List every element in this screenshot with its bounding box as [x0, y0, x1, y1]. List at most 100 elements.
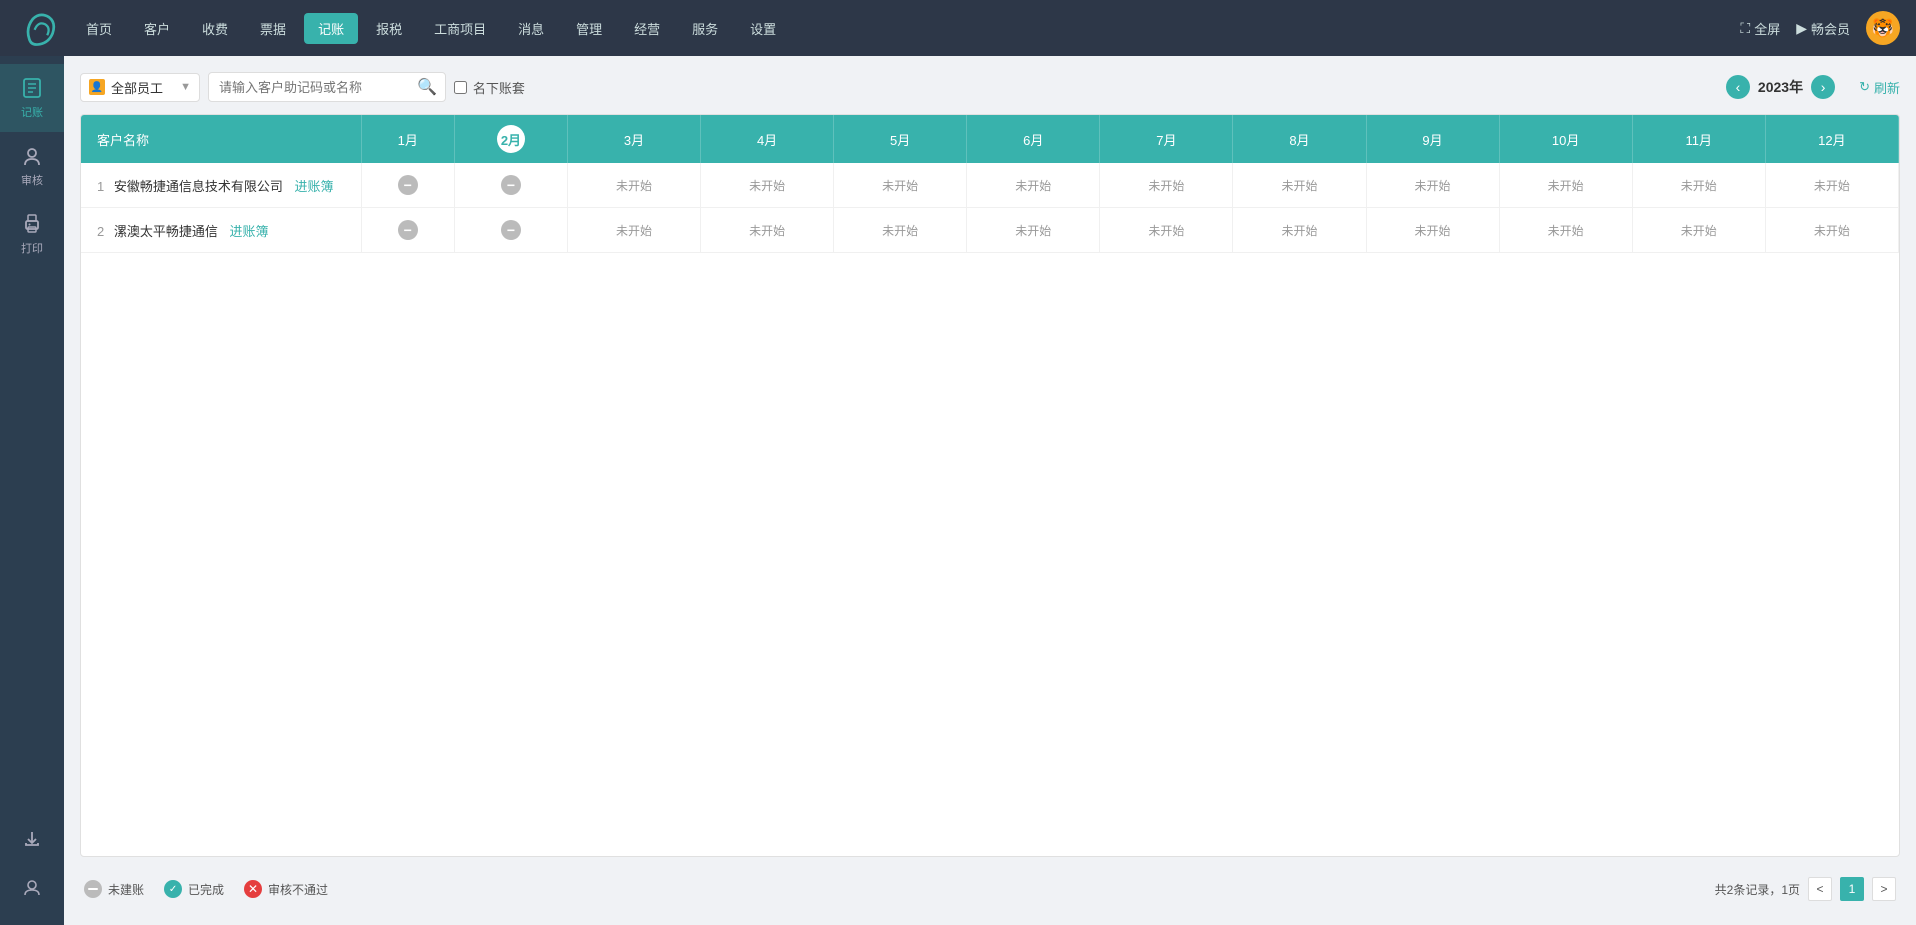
print-icon	[20, 212, 44, 236]
prev-page-button[interactable]: <	[1808, 877, 1832, 901]
cell-m10: 未开始	[1499, 163, 1632, 208]
sidebar-item-print[interactable]: 打印	[0, 200, 64, 268]
not-started-text: 未开始	[1148, 224, 1184, 238]
cell-m1: −	[361, 208, 454, 253]
nav-tax[interactable]: 报税	[362, 13, 416, 44]
nav-settings[interactable]: 设置	[736, 13, 790, 44]
nav-service[interactable]: 服务	[678, 13, 732, 44]
nav-items: 首页 客户 收费 票据 记账 报税 工商项目 消息 管理 经营 服务 设置	[72, 13, 1740, 44]
not-started-text: 未开始	[1814, 224, 1850, 238]
nav-home[interactable]: 首页	[72, 13, 126, 44]
fullscreen-button[interactable]: ⛶ 全屏	[1740, 19, 1780, 38]
refresh-button[interactable]: ↻ 刷新	[1859, 78, 1900, 97]
not-started-text: 未开始	[882, 224, 918, 238]
cell-m7: 未开始	[1100, 208, 1233, 253]
not-started-text: 未开始	[1415, 179, 1451, 193]
table-row: 2 漯澳太平畅捷通信 进账簿 − − 未开始 未开始 未开始 未开始 未开始 未开始 未开始 未开始…	[81, 208, 1899, 253]
not-started-text: 未开始	[616, 224, 652, 238]
toolbar: 👤 全部员工 ▼ 🔍 名下账套 ‹ 2023年 › ↻ 刷新	[80, 72, 1900, 102]
cell-m2: −	[454, 208, 567, 253]
dash-icon: −	[398, 175, 418, 195]
total-records: 共2条记录，1页	[1715, 881, 1800, 898]
vip-label: 畅会员	[1811, 19, 1850, 38]
enter-ledger-button[interactable]: 进账簿	[295, 179, 334, 194]
nav-invoice[interactable]: 票据	[246, 13, 300, 44]
col-header-m9: 9月	[1366, 115, 1499, 163]
col-header-m5: 5月	[834, 115, 967, 163]
cell-m9: 未开始	[1366, 208, 1499, 253]
rejected-label: 审核不通过	[268, 881, 328, 898]
sidebar-label-bookkeeping: 记账	[21, 104, 43, 120]
dash-icon: −	[398, 220, 418, 240]
col-header-m7: 7月	[1100, 115, 1233, 163]
not-started-text: 未开始	[749, 179, 785, 193]
cell-m12: 未开始	[1765, 163, 1898, 208]
not-created-icon	[84, 880, 102, 898]
cell-m11: 未开始	[1632, 208, 1765, 253]
search-input[interactable]	[209, 75, 409, 100]
employee-label: 全部员工	[111, 78, 163, 97]
top-nav: 首页 客户 收费 票据 记账 报税 工商项目 消息 管理 经营 服务 设置 ⛶ …	[0, 0, 1916, 56]
nav-operation[interactable]: 经营	[620, 13, 674, 44]
prev-year-button[interactable]: ‹	[1726, 75, 1750, 99]
not-started-text: 未开始	[1148, 179, 1184, 193]
col-header-m12: 12月	[1765, 115, 1898, 163]
page-1-button[interactable]: 1	[1840, 877, 1864, 901]
sidebar: 记账 审核 打印	[0, 56, 64, 925]
cell-customer-name: 1 安徽畅捷通信息技术有限公司 进账簿	[81, 163, 361, 208]
not-started-text: 未开始	[1281, 224, 1317, 238]
nav-customer[interactable]: 客户	[130, 13, 184, 44]
vip-button[interactable]: ▶ 畅会员	[1796, 19, 1850, 38]
next-page-button[interactable]: >	[1872, 877, 1896, 901]
cell-m5: 未开始	[834, 208, 967, 253]
cell-m8: 未开始	[1233, 163, 1366, 208]
not-started-text: 未开始	[749, 224, 785, 238]
customer-name-text: 安徽畅捷通信息技术有限公司	[114, 179, 283, 194]
checkbox-label[interactable]: 名下账套	[454, 78, 525, 97]
avatar[interactable]: 🐯	[1866, 11, 1900, 45]
refresh-label: 刷新	[1874, 78, 1900, 97]
refresh-icon: ↻	[1859, 79, 1870, 95]
pagination: 共2条记录，1页 < 1 >	[1715, 877, 1896, 901]
nav-fee[interactable]: 收费	[188, 13, 242, 44]
cell-m6: 未开始	[967, 208, 1100, 253]
enter-ledger-button[interactable]: 进账簿	[230, 224, 269, 239]
status-not-created: 未建账	[84, 880, 144, 898]
my-accounts-checkbox[interactable]	[454, 81, 467, 94]
not-started-text: 未开始	[1681, 179, 1717, 193]
vip-icon: ▶	[1796, 20, 1807, 37]
fullscreen-label: 全屏	[1754, 19, 1780, 38]
not-started-text: 未开始	[882, 179, 918, 193]
col-header-m10: 10月	[1499, 115, 1632, 163]
cell-m11: 未开始	[1632, 163, 1765, 208]
dash-icon: −	[501, 175, 521, 195]
cell-m7: 未开始	[1100, 163, 1233, 208]
table-container: 客户名称 1月 2月 3月 4月 5月 6月 7月 8月 9月 10月 11月	[80, 114, 1900, 857]
sidebar-item-audit[interactable]: 审核	[0, 132, 64, 200]
audit-icon	[20, 144, 44, 168]
not-started-text: 未开始	[1415, 224, 1451, 238]
col-header-m8: 8月	[1233, 115, 1366, 163]
nav-business[interactable]: 工商项目	[420, 13, 500, 44]
cell-m2: −	[454, 163, 567, 208]
row-index: 2	[97, 224, 104, 239]
year-text: 2023年	[1758, 77, 1803, 97]
not-started-text: 未开始	[1814, 179, 1850, 193]
next-year-button[interactable]: ›	[1811, 75, 1835, 99]
nav-message[interactable]: 消息	[504, 13, 558, 44]
search-button[interactable]: 🔍	[409, 73, 445, 101]
main-content: 👤 全部员工 ▼ 🔍 名下账套 ‹ 2023年 › ↻ 刷新	[64, 56, 1916, 925]
nav-bookkeeping[interactable]: 记账	[304, 13, 358, 44]
sidebar-download[interactable]	[0, 817, 64, 861]
sidebar-bottom	[0, 817, 64, 925]
nav-manage[interactable]: 管理	[562, 13, 616, 44]
status-rejected: ✕ 审核不通过	[244, 880, 328, 898]
download-icon	[20, 827, 44, 851]
sidebar-user[interactable]	[0, 865, 64, 909]
col-header-m2: 2月	[454, 115, 567, 163]
cell-m1: −	[361, 163, 454, 208]
customer-name-text: 漯澳太平畅捷通信	[114, 224, 218, 239]
sidebar-item-bookkeeping[interactable]: 记账	[0, 64, 64, 132]
employee-select[interactable]: 👤 全部员工 ▼	[80, 73, 200, 102]
not-started-text: 未开始	[1681, 224, 1717, 238]
